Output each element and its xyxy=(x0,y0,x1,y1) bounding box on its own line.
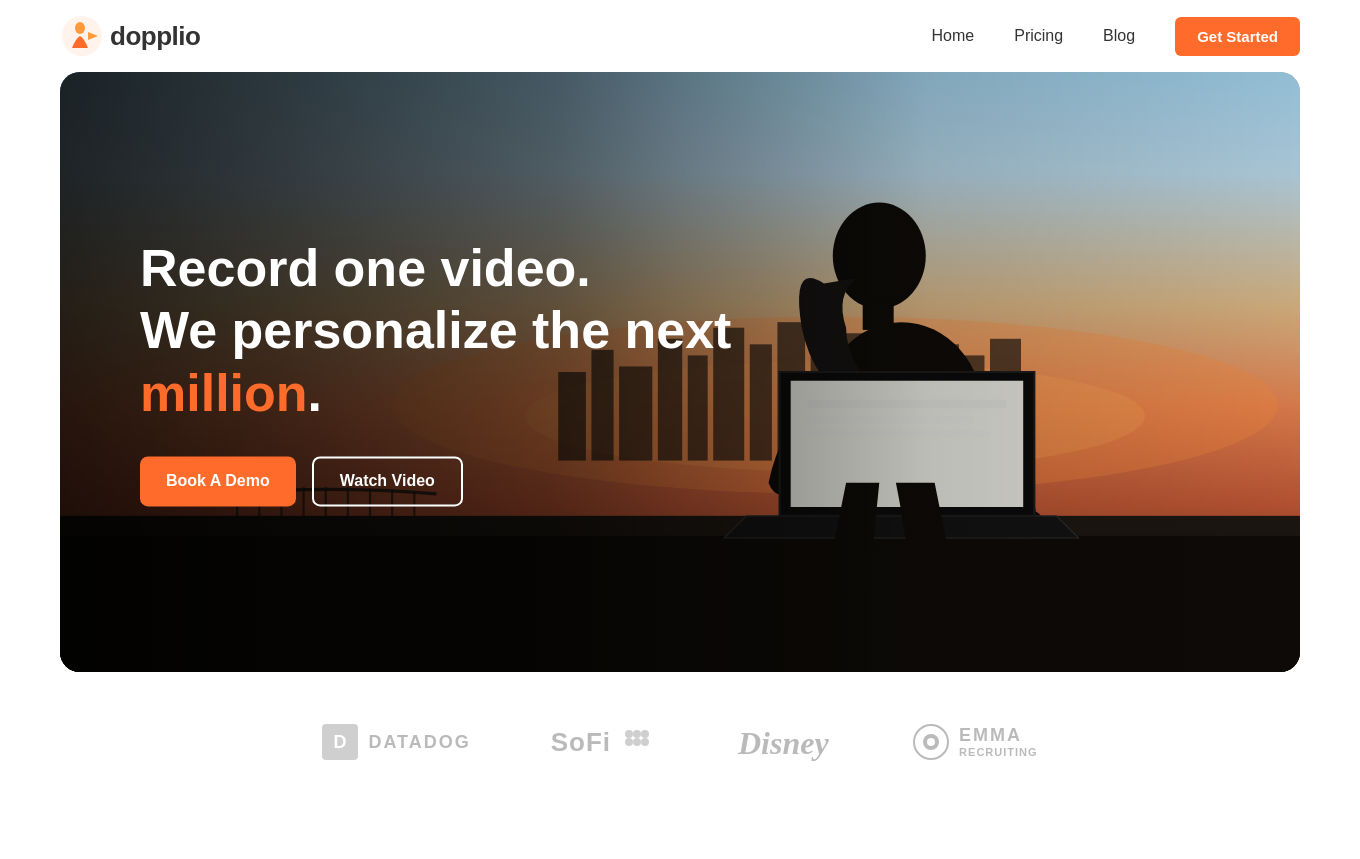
svg-text:Disney: Disney xyxy=(737,725,829,761)
hero-title-highlight: million xyxy=(140,364,308,422)
logo-text: dopplio xyxy=(110,21,200,52)
logo-sofi: SoFi xyxy=(551,722,653,762)
sofi-label: SoFi xyxy=(551,727,611,758)
svg-point-42 xyxy=(633,730,641,738)
hero-section: Record one video. We personalize the nex… xyxy=(60,72,1300,672)
watch-video-button[interactable]: Watch Video xyxy=(312,457,463,507)
hero-title-line2: We personalize the next million. xyxy=(140,302,731,422)
svg-point-44 xyxy=(625,738,633,746)
book-demo-button[interactable]: Book A Demo xyxy=(140,457,296,507)
svg-point-50 xyxy=(927,738,935,746)
emma-text: EMMA RECRUITING xyxy=(959,725,1037,759)
emma-name: EMMA xyxy=(959,725,1037,746)
hero-title: Record one video. We personalize the nex… xyxy=(140,237,780,424)
emma-subtitle: RECRUITING xyxy=(959,746,1037,759)
svg-point-1 xyxy=(75,22,85,34)
nav-links: Home Pricing Blog Get Started xyxy=(932,17,1300,56)
svg-point-43 xyxy=(641,730,649,738)
svg-point-46 xyxy=(641,738,649,746)
logo[interactable]: dopplio xyxy=(60,14,200,58)
navbar: dopplio Home Pricing Blog Get Started xyxy=(0,0,1360,72)
svg-point-45 xyxy=(633,738,641,746)
hero-title-suffix: . xyxy=(308,364,322,422)
svg-point-41 xyxy=(625,730,633,738)
nav-pricing[interactable]: Pricing xyxy=(1014,27,1063,45)
hero-title-line1: Record one video. xyxy=(140,239,591,297)
hero-buttons: Book A Demo Watch Video xyxy=(140,457,780,507)
logo-disney: Disney xyxy=(733,722,833,762)
hero-content: Record one video. We personalize the nex… xyxy=(140,237,780,506)
logo-icon xyxy=(60,14,104,58)
sofi-icon xyxy=(621,722,653,762)
get-started-button[interactable]: Get Started xyxy=(1175,17,1300,56)
disney-icon: Disney xyxy=(733,722,833,762)
hero-title-prefix: We personalize the next xyxy=(140,302,731,360)
nav-home[interactable]: Home xyxy=(932,27,975,45)
nav-blog[interactable]: Blog xyxy=(1103,27,1135,45)
emma-icon xyxy=(913,722,949,762)
datadog-icon: D xyxy=(322,722,358,762)
logos-section: D DATADOG SoFi Disney EMMA RECRUIT xyxy=(0,672,1360,792)
logo-emma: EMMA RECRUITING xyxy=(913,722,1037,762)
svg-text:D: D xyxy=(334,732,347,752)
datadog-label: DATADOG xyxy=(368,732,470,753)
logo-datadog: D DATADOG xyxy=(322,722,470,762)
